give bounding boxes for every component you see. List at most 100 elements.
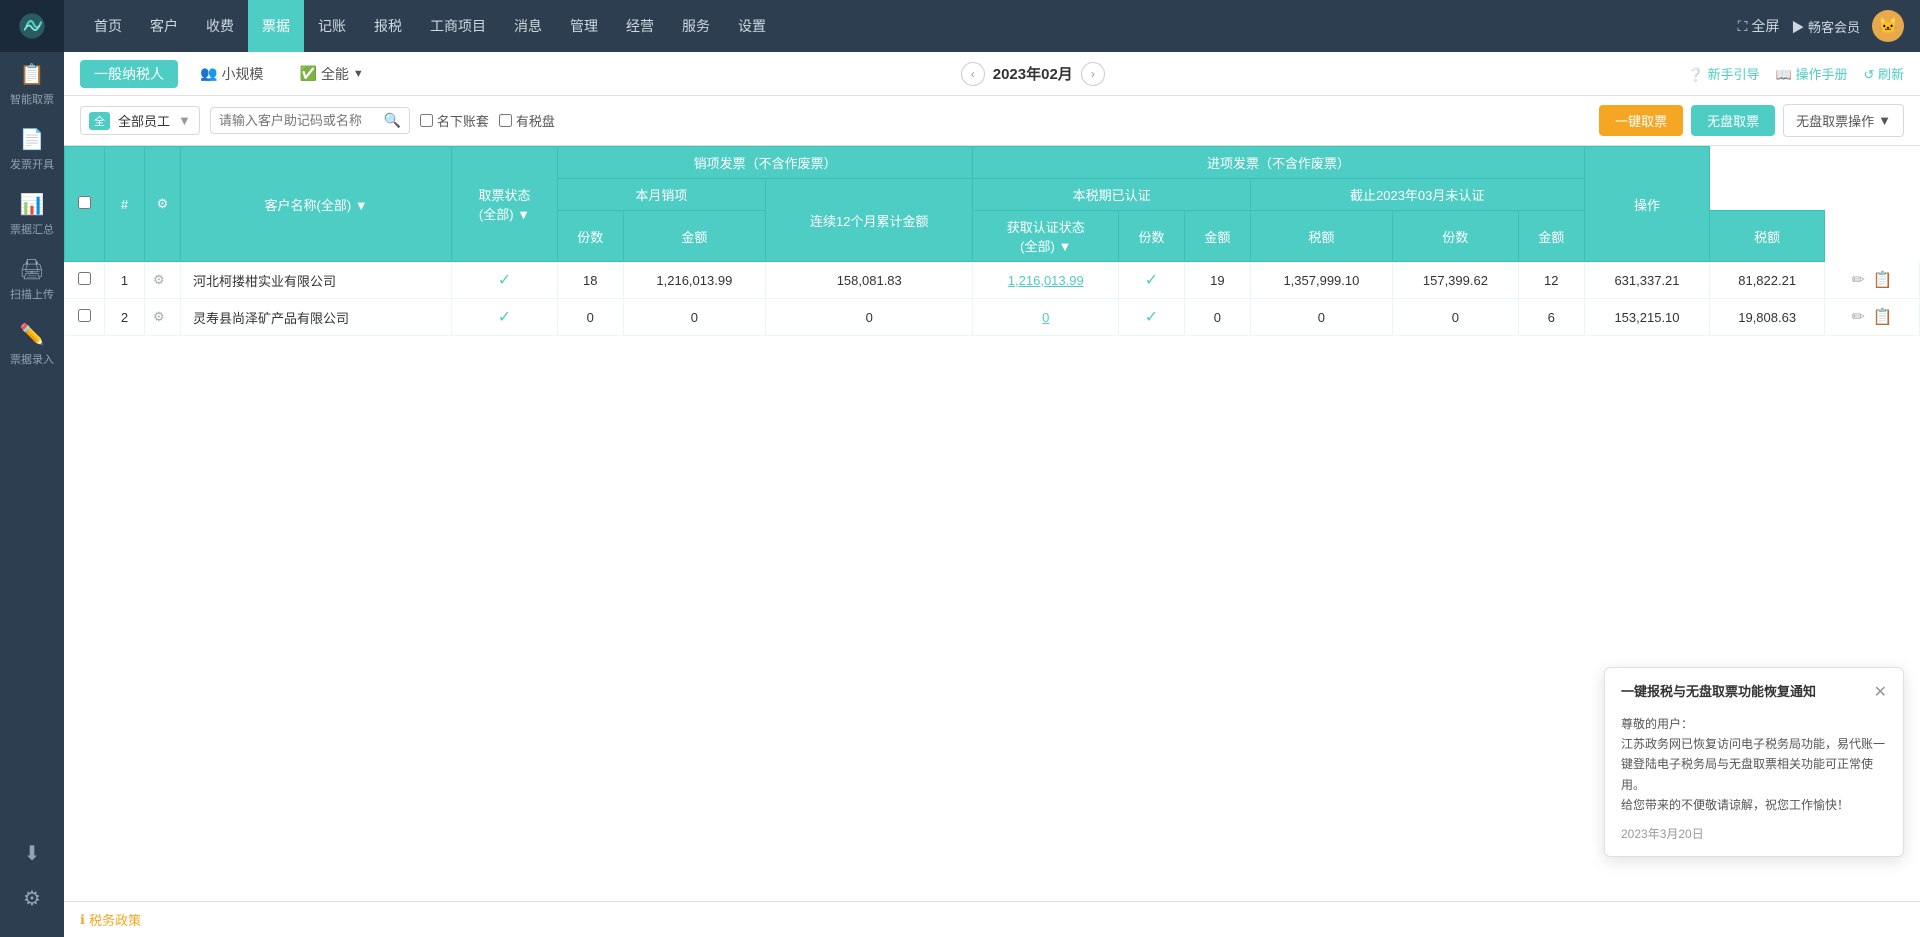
prev-month-button[interactable]: ‹	[961, 62, 985, 86]
col-purchase-group: 进项发票（不含作废票）	[973, 147, 1584, 179]
chevron-down-icon: ▼	[1878, 113, 1891, 128]
nav-bookkeeping[interactable]: 记账	[304, 0, 360, 52]
sidebar-item-download[interactable]: ⬇	[0, 831, 64, 876]
edit-icon[interactable]: ✏	[1852, 272, 1865, 289]
sidebar-item-invoice-entry[interactable]: ✏️ 票据录入	[0, 312, 64, 377]
row-purchase-tax: 0	[1393, 299, 1519, 336]
nav-settings[interactable]: 设置	[724, 0, 780, 52]
tax-disk-checkbox[interactable]: 有税盘	[499, 111, 555, 130]
col-uncertified: 截止2023年03月未认证	[1250, 179, 1584, 211]
employee-select[interactable]: 全 全部员工 ▼	[80, 106, 200, 135]
month-nav: ‹ 2023年02月 ›	[961, 62, 1105, 86]
nav-service[interactable]: 服务	[668, 0, 724, 52]
top-nav: 首页 客户 收费 票据 记账 报税 工商项目 消息 管理 经营 服务 设置 ⛶ …	[64, 0, 1920, 52]
manual-button[interactable]: 📖 操作手册	[1776, 64, 1848, 83]
row-purchase-tax: 157,399.62	[1393, 262, 1519, 299]
notification-date: 2023年3月20日	[1621, 824, 1887, 844]
col-uncert-tax: 税额	[1710, 211, 1825, 262]
nav-tax[interactable]: 报税	[360, 0, 416, 52]
row-uncert-count: 12	[1518, 262, 1584, 299]
col-cert-status: 获取认证状态(全部) ▼	[973, 211, 1119, 262]
row-actions: ✏ 📋	[1824, 299, 1919, 336]
col-cumulative: 连续12个月累计金额	[766, 179, 973, 262]
invoice-open-icon: 📄	[20, 127, 45, 152]
col-customer: 客户名称(全部) ▼	[181, 147, 452, 262]
row-sales-count: 0	[557, 299, 623, 336]
sidebar-item-scan-upload[interactable]: 🖨 扫描上传	[0, 247, 64, 312]
col-uncert-amount: 金额	[1518, 211, 1584, 262]
row-fetch-status: ✓	[452, 262, 558, 299]
row-uncert-count: 6	[1518, 299, 1584, 336]
tab-general[interactable]: 一般纳税人	[80, 60, 178, 88]
notification-popup: 一键报税与无盘取票功能恢复通知 ✕ 尊敬的用户： 江苏政务网已恢复访问电子税务局…	[1604, 667, 1904, 857]
row-sales-tax: 0	[766, 299, 973, 336]
sidebar-item-invoice-open[interactable]: 📄 发票开具	[0, 117, 64, 182]
nav-message[interactable]: 消息	[500, 0, 556, 52]
row-uncert-tax: 81,822.21	[1710, 262, 1825, 299]
col-purchase-tax: 税额	[1250, 211, 1392, 262]
next-month-button[interactable]: ›	[1081, 62, 1105, 86]
sidebar-item-invoice-summary[interactable]: 📊 票据汇总	[0, 182, 64, 247]
col-purchase-count: 份数	[1119, 211, 1185, 262]
new-guide-button[interactable]: ❔ 新手引导	[1688, 64, 1760, 83]
row-uncert-amount: 631,337.21	[1584, 262, 1710, 299]
nav-invoice[interactable]: 票据	[248, 0, 304, 52]
nav-customer[interactable]: 客户	[136, 0, 192, 52]
small-icon: 👥	[200, 65, 217, 82]
tab-small[interactable]: 👥 小规模	[186, 60, 277, 88]
nav-manage[interactable]: 管理	[556, 0, 612, 52]
col-fetch-status: 取票状态(全部) ▼	[452, 147, 558, 262]
row-sales-count: 18	[557, 262, 623, 299]
invoice-table: # ⚙ 客户名称(全部) ▼ 取票状态(全部) ▼ 销项发票（不含作废票） 进项…	[64, 146, 1920, 336]
nav-operation[interactable]: 经营	[612, 0, 668, 52]
col-uncert-count: 份数	[1393, 211, 1519, 262]
sidebar-item-settings[interactable]: ⚙	[0, 876, 64, 921]
user-avatar[interactable]: 🐱	[1872, 10, 1904, 42]
fullscreen-button[interactable]: ⛶ 全屏	[1738, 16, 1780, 36]
invoice-entry-icon: ✏️	[20, 322, 45, 347]
col-purchase-amount: 金额	[1184, 211, 1250, 262]
view-icon[interactable]: 📋	[1873, 309, 1893, 326]
row-cumulative[interactable]: 1,216,013.99	[973, 262, 1119, 299]
col-month-sales: 本月销项	[557, 179, 765, 211]
row-cumulative[interactable]: 0	[973, 299, 1119, 336]
sidebar: 📋 智能取票 📄 发票开具 📊 票据汇总 🖨 扫描上传 ✏️ 票据录入 ⬇ ⚙	[0, 0, 64, 937]
search-icon[interactable]: 🔍	[383, 112, 400, 129]
row-checkbox-0[interactable]	[78, 272, 91, 285]
month-label: 2023年02月	[993, 63, 1073, 84]
tax-policy-link[interactable]: ℹ 税务政策	[80, 910, 141, 929]
row-settings-icon[interactable]: ⚙	[145, 262, 181, 299]
row-settings-icon[interactable]: ⚙	[145, 299, 181, 336]
topnav-right: ⛶ 全屏 ▶ 畅客会员 🐱	[1738, 10, 1904, 42]
member-button[interactable]: ▶ 畅客会员	[1791, 17, 1860, 36]
nav-collection[interactable]: 收费	[192, 0, 248, 52]
toolbar: 全 全部员工 ▼ 🔍 名下账套 有税盘 一键取票 无盘取票 无盘取票操作 ▼	[64, 96, 1920, 146]
search-input[interactable]	[219, 113, 384, 128]
row-checkbox-1[interactable]	[78, 309, 91, 322]
tab-all[interactable]: ✅ 全能 ▼	[285, 60, 377, 88]
row-customer: 河北柯搂柑实业有限公司	[181, 262, 452, 299]
select-all-checkbox[interactable]	[78, 196, 91, 209]
employee-badge: 全	[89, 112, 110, 130]
no-disk-ops-button[interactable]: 无盘取票操作 ▼	[1783, 104, 1904, 137]
cert-status-icon: ✓	[1145, 272, 1158, 289]
one-click-fetch-button[interactable]: 一键取票	[1599, 105, 1683, 136]
row-fetch-status: ✓	[452, 299, 558, 336]
view-icon[interactable]: 📋	[1873, 272, 1893, 289]
row-num: 2	[105, 299, 145, 336]
no-disk-fetch-button[interactable]: 无盘取票	[1691, 105, 1775, 136]
row-sales-amount: 0	[623, 299, 765, 336]
refresh-button[interactable]: ↺ 刷新	[1863, 64, 1904, 83]
row-sales-tax: 158,081.83	[766, 262, 973, 299]
nav-business[interactable]: 工商项目	[416, 0, 500, 52]
chevron-down-icon: ▼	[353, 68, 364, 80]
download-icon: ⬇	[24, 841, 41, 866]
row-purchase-amount: 1,357,999.10	[1250, 262, 1392, 299]
name-account-checkbox[interactable]: 名下账套	[420, 111, 489, 130]
nav-home[interactable]: 首页	[80, 0, 136, 52]
sidebar-item-smart-fetch[interactable]: 📋 智能取票	[0, 52, 64, 117]
edit-icon[interactable]: ✏	[1852, 309, 1865, 326]
notification-close-button[interactable]: ✕	[1874, 680, 1887, 706]
col-sales-group: 销项发票（不含作废票）	[557, 147, 973, 179]
toolbar-left: 全 全部员工 ▼ 🔍 名下账套 有税盘	[80, 106, 555, 135]
